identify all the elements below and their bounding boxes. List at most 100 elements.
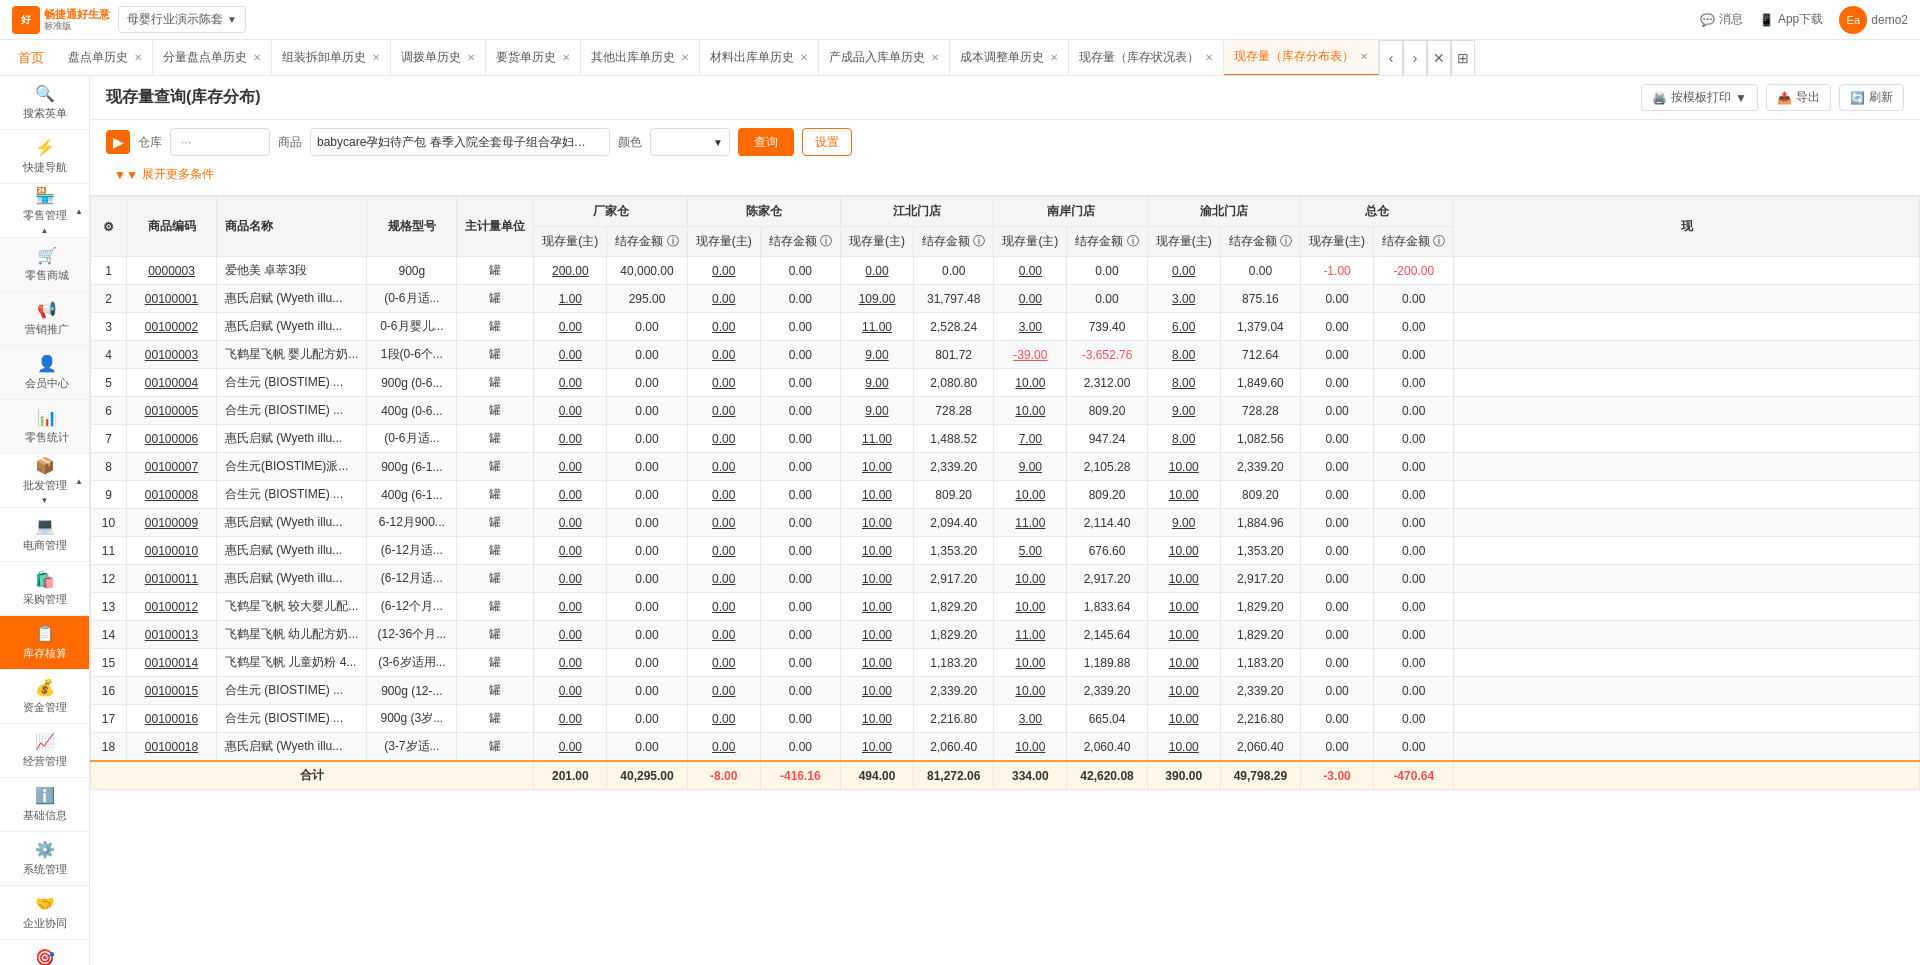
sidebar-inventory-label: 库存核算 (23, 646, 67, 661)
tab-2[interactable]: 分量盘点单历史 ✕ (153, 40, 272, 76)
sidebar-item-retail-mall[interactable]: 🛒 零售商城 (0, 238, 89, 292)
cell-unit: 罐 (457, 677, 534, 705)
cell-spec: (12-36个月... (367, 621, 457, 649)
sidebar-item-basics[interactable]: ℹ️ 基础信息 (0, 778, 89, 832)
tab-6-close[interactable]: ✕ (681, 52, 689, 63)
tab-10[interactable]: 现存量（库存状况表） ✕ (1069, 40, 1224, 76)
cell-jb-amount: 2,528.24 (914, 313, 994, 341)
cell-na-amount: 2,145.64 (1067, 621, 1147, 649)
cell-yb-amount: 1,849.60 (1220, 369, 1300, 397)
sidebar-item-retail-mgmt[interactable]: 🏪 零售管理 ▲ (0, 184, 89, 238)
cell-na-stock: 11.00 (994, 621, 1067, 649)
cell-na-stock: 0.00 (994, 285, 1067, 313)
sidebar-item-purchase[interactable]: 🛍️ 采购管理 (0, 562, 89, 616)
total-na-stock: 334.00 (994, 761, 1067, 790)
cell-f-stock: 200.00 (534, 257, 607, 285)
chevron-down-icon2: ▼ (713, 137, 723, 148)
tab-3-close[interactable]: ✕ (372, 52, 380, 63)
sidebar-item-retail-stats[interactable]: 📊 零售统计 (0, 400, 89, 454)
warehouse-select[interactable]: ··· (170, 128, 270, 156)
tab-6[interactable]: 其他出库单历史 ✕ (581, 40, 700, 76)
ecommerce-icon: 💻 (35, 516, 55, 535)
sidebar-item-guide[interactable]: 🎯 新手引导 (0, 940, 89, 965)
cell-spec: 900g (6-1... (367, 453, 457, 481)
cell-num: 12 (91, 565, 127, 593)
tab-11-close[interactable]: ✕ (1360, 51, 1368, 62)
cell-name: 飞鹤星飞帆 儿童奶粉 4... (217, 649, 367, 677)
query-btn[interactable]: 查询 (738, 128, 794, 156)
sidebar-item-ecommerce[interactable]: 💻 电商管理 (0, 508, 89, 562)
sidebar-item-nav[interactable]: ⚡ 快捷导航 (0, 130, 89, 184)
table-row: 13 00100012 飞鹤星飞帆 较大婴儿配... (6-12个月... 罐 … (91, 593, 1920, 621)
export-btn[interactable]: 📤 导出 (1766, 84, 1831, 111)
tab-9-close[interactable]: ✕ (1050, 52, 1058, 63)
sidebar-item-wholesale[interactable]: 📦 批发管理 ▼ (0, 454, 89, 508)
th-f-stock: 现存量(主) (534, 227, 607, 257)
sidebar-item-operations[interactable]: 📈 经营管理 (0, 724, 89, 778)
sidebar-item-system[interactable]: ⚙️ 系统管理 (0, 832, 89, 886)
cell-f-amount: 0.00 (607, 677, 687, 705)
sidebar-marketing-label: 营销推广 (25, 322, 69, 337)
messages-btn[interactable]: 💬 消息 (1700, 11, 1743, 28)
tab-7-close[interactable]: ✕ (800, 52, 808, 63)
tab-5[interactable]: 要货单历史 ✕ (486, 40, 581, 76)
tab-expand-btn[interactable]: ⊞ (1451, 40, 1475, 76)
tab-2-close[interactable]: ✕ (253, 52, 261, 63)
filter-expand-btn[interactable]: ▼▼ 展开更多条件 (106, 162, 222, 187)
cell-f-stock: 0.00 (534, 733, 607, 762)
th-unit: 主计量单位 (457, 197, 534, 257)
cell-jb-amount: 2,094.40 (914, 509, 994, 537)
cell-current (1454, 649, 1920, 677)
product-label: 商品 (278, 134, 302, 151)
user-menu[interactable]: Ea demo2 (1839, 6, 1908, 34)
cell-jb-amount: 2,917.20 (914, 565, 994, 593)
tab-9[interactable]: 成本调整单历史 ✕ (950, 40, 1069, 76)
tab-4-close[interactable]: ✕ (467, 52, 475, 63)
cell-name: 爱他美 卓萃3段 (217, 257, 367, 285)
tab-next-btn[interactable]: › (1403, 40, 1427, 76)
sidebar-item-finance[interactable]: 💰 资金管理 (0, 670, 89, 724)
cell-t-stock: 0.00 (1301, 285, 1374, 313)
tab-11-label: 现存量（库存分布表） (1234, 48, 1354, 65)
sidebar-item-member[interactable]: 👤 会员中心 (0, 346, 89, 400)
cell-name: 合生元 (BIOSTIME) ... (217, 677, 367, 705)
sidebar-item-collab[interactable]: 🤝 企业协同 (0, 886, 89, 940)
tab-1-close[interactable]: ✕ (134, 52, 142, 63)
filter-arrow-btn[interactable]: ▶ (106, 130, 130, 154)
sidebar-item-search[interactable]: 🔍 搜索英单 (0, 76, 89, 130)
tab-close-all-btn[interactable]: ✕ (1427, 40, 1451, 76)
tab-8-close[interactable]: ✕ (931, 52, 939, 63)
cell-unit: 罐 (457, 565, 534, 593)
cell-cj-stock: 0.00 (687, 593, 760, 621)
product-select[interactable]: babycare孕妇待产包 春季入院全套母子组合孕妇产前冬季月子用品 22件套 … (310, 128, 610, 156)
tab-5-close[interactable]: ✕ (562, 52, 570, 63)
tab-1[interactable]: 盘点单历史 ✕ (58, 40, 153, 76)
app-download-btn[interactable]: 📱 App下载 (1759, 11, 1823, 28)
tab-home[interactable]: 首页 (4, 49, 58, 67)
tab-8[interactable]: 产成品入库单历史 ✕ (819, 40, 950, 76)
cell-yb-amount: 2,060.40 (1220, 733, 1300, 762)
tab-10-close[interactable]: ✕ (1205, 52, 1213, 63)
inventory-table: ⚙ 商品编码 商品名称 规格型号 主计量单位 厂家仓 陈家仓 江北门店 南岸门店… (90, 196, 1920, 790)
cell-spec: (3-6岁适用... (367, 649, 457, 677)
setting-btn[interactable]: 设置 (802, 128, 852, 156)
tab-prev-btn[interactable]: ‹ (1379, 40, 1403, 76)
cell-num: 8 (91, 453, 127, 481)
refresh-btn[interactable]: 🔄 刷新 (1839, 84, 1904, 111)
cell-cj-amount: 0.00 (760, 425, 840, 453)
print-btn[interactable]: 🖨️ 按模板打印 ▼ (1641, 84, 1758, 111)
sidebar-item-marketing[interactable]: 📢 营销推广 (0, 292, 89, 346)
cell-num: 18 (91, 733, 127, 762)
tab-11-active[interactable]: 现存量（库存分布表） ✕ (1224, 40, 1379, 76)
cell-code: 00100002 (127, 313, 217, 341)
tab-7[interactable]: 材料出库单历史 ✕ (700, 40, 819, 76)
tab-3[interactable]: 组装拆卸单历史 ✕ (272, 40, 391, 76)
th-t-stock: 现存量(主) (1301, 227, 1374, 257)
company-selector[interactable]: 母婴行业演示陈套 ▼ (118, 6, 246, 33)
mall-icon: 🛒 (37, 246, 57, 265)
sidebar-item-inventory[interactable]: 📋 库存核算 (0, 616, 89, 670)
cell-spec: (6-12月适... (367, 565, 457, 593)
tab-4[interactable]: 调拨单历史 ✕ (391, 40, 486, 76)
color-select[interactable]: ▼ (650, 128, 730, 156)
table-row: 5 00100004 合生元 (BIOSTIME) ... 900g (0-6.… (91, 369, 1920, 397)
